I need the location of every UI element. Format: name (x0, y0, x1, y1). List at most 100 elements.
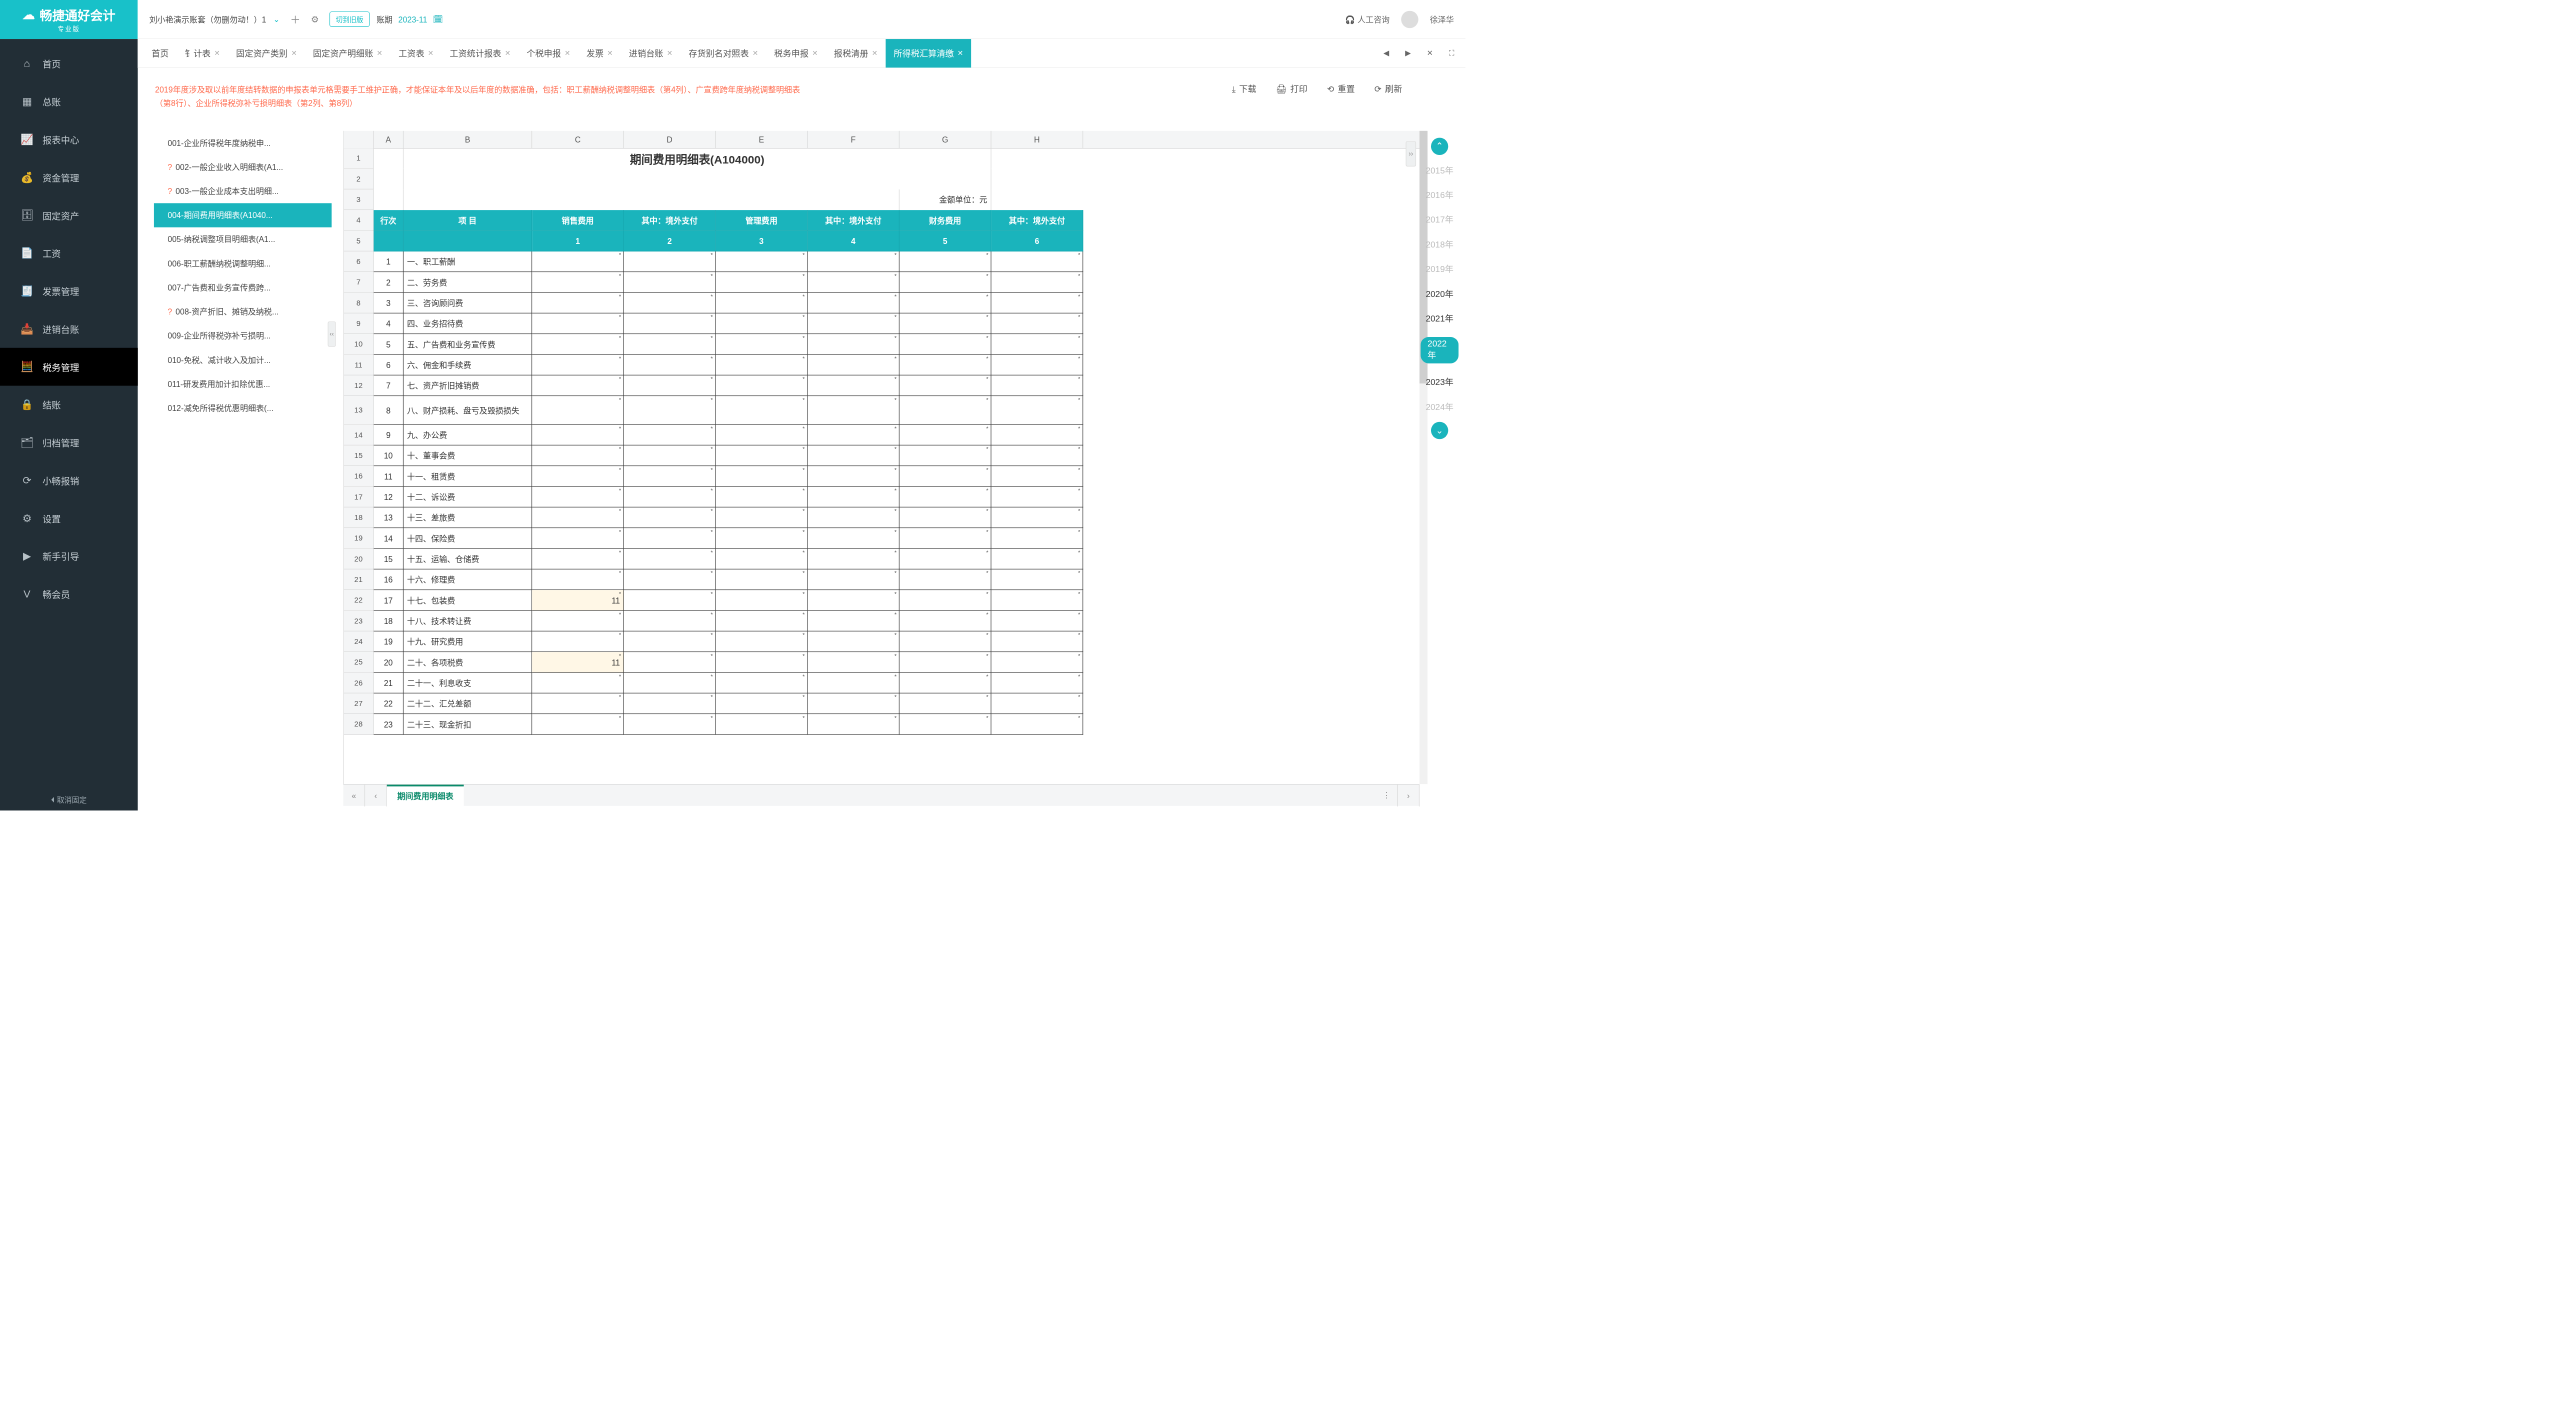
tab-7[interactable]: 发票✕ (578, 39, 621, 68)
nav-item-7[interactable]: 📥进销台账 (0, 310, 138, 348)
nav-item-14[interactable]: V畅会员 (0, 575, 138, 613)
value-cell[interactable]: * (716, 652, 808, 673)
value-cell[interactable]: * (808, 375, 900, 396)
row-num[interactable]: 22 (344, 590, 374, 611)
refresh-button[interactable]: ⟳刷新 (1374, 83, 1402, 95)
row-num[interactable]: 14 (344, 425, 374, 446)
value-cell[interactable]: * (991, 466, 1083, 487)
value-cell[interactable]: * (991, 549, 1083, 570)
value-cell[interactable]: * (716, 631, 808, 652)
avatar[interactable] (1401, 11, 1418, 28)
value-cell[interactable]: * (716, 313, 808, 334)
support-link[interactable]: 🎧 人工咨询 (1345, 13, 1389, 24)
nav-item-8[interactable]: 🧮税务管理 (0, 348, 138, 386)
nav-item-1[interactable]: ▦总账 (0, 83, 138, 121)
value-cell[interactable]: * (899, 569, 991, 590)
doc-item-7[interactable]: ?008-资产折旧、摊销及纳税... (154, 300, 332, 324)
sheet-expand-handle[interactable]: ›› (1406, 141, 1416, 166)
tab-expand-icon[interactable]: ⛶ (1444, 45, 1460, 61)
row-num[interactable]: 26 (344, 673, 374, 694)
tab-close-icon[interactable]: ✕ (564, 49, 570, 57)
tab-close-icon[interactable]: ✕ (667, 49, 673, 57)
gear-icon[interactable]: ⚙ (311, 13, 319, 24)
value-cell[interactable]: * (624, 425, 716, 446)
period-picker[interactable]: 账期 2023-11 🗓 (376, 13, 443, 24)
row-num[interactable]: 20 (344, 549, 374, 570)
print-button[interactable]: 🖨打印 (1276, 83, 1308, 95)
value-cell[interactable]: * (991, 487, 1083, 508)
cell[interactable] (374, 148, 404, 169)
value-cell[interactable]: * (532, 507, 624, 528)
value-cell[interactable]: * (808, 396, 900, 425)
value-cell[interactable]: * (899, 507, 991, 528)
value-cell[interactable]: * (808, 466, 900, 487)
tab-prev-icon[interactable]: ◀ (1378, 45, 1394, 61)
tab-6[interactable]: 个税申报✕ (519, 39, 579, 68)
row-num[interactable]: 4 (344, 210, 374, 231)
value-cell[interactable]: * (624, 313, 716, 334)
value-cell[interactable]: * (716, 693, 808, 714)
value-cell[interactable]: * (624, 631, 716, 652)
value-cell[interactable]: * (532, 251, 624, 272)
value-cell[interactable]: * (899, 293, 991, 314)
value-cell[interactable]: * (899, 272, 991, 293)
tab-close-icon[interactable]: ✕ (291, 49, 297, 57)
value-cell[interactable]: * (808, 293, 900, 314)
doc-item-1[interactable]: ?002-一般企业收入明细表(A1... (154, 155, 332, 179)
col-A[interactable]: A (374, 131, 404, 148)
value-cell[interactable]: * (991, 272, 1083, 293)
nav-item-13[interactable]: ▶新手引导 (0, 537, 138, 575)
value-cell[interactable]: * (624, 673, 716, 694)
value-cell[interactable]: * (716, 425, 808, 446)
value-cell[interactable]: * (808, 611, 900, 632)
switch-old-button[interactable]: 切到旧版 (329, 11, 369, 26)
row-num[interactable]: 15 (344, 445, 374, 466)
value-cell[interactable]: * (624, 714, 716, 735)
reset-button[interactable]: ⟲重置 (1327, 83, 1355, 95)
row-num[interactable]: 9 (344, 313, 374, 334)
value-cell[interactable]: * (532, 714, 624, 735)
year-2018年[interactable]: 2018年 (1426, 238, 1454, 250)
doc-item-4[interactable]: 005-纳税调整项目明细表(A1... (154, 227, 332, 251)
row-num[interactable]: 13 (344, 396, 374, 425)
value-cell[interactable]: * (899, 375, 991, 396)
value-cell[interactable]: * (899, 487, 991, 508)
sheet-tab-prev-icon[interactable]: ‹ (365, 784, 387, 806)
value-cell[interactable]: * (532, 528, 624, 549)
value-cell[interactable]: * (991, 375, 1083, 396)
cell[interactable] (374, 189, 404, 210)
value-cell[interactable]: * (716, 375, 808, 396)
value-cell[interactable]: * (532, 293, 624, 314)
value-cell[interactable]: * (716, 569, 808, 590)
row-num[interactable]: 1 (344, 148, 374, 169)
row-num[interactable]: 8 (344, 293, 374, 314)
nav-item-2[interactable]: 📈报表中心 (0, 121, 138, 159)
value-cell[interactable]: * (624, 507, 716, 528)
value-cell[interactable]: * (808, 569, 900, 590)
value-cell[interactable]: * (899, 466, 991, 487)
value-cell[interactable]: * (991, 569, 1083, 590)
value-cell[interactable]: * (716, 251, 808, 272)
value-cell[interactable]: * (716, 466, 808, 487)
value-cell[interactable]: * (808, 445, 900, 466)
col-D[interactable]: D (624, 131, 716, 148)
value-cell[interactable]: * (716, 507, 808, 528)
col-H[interactable]: H (991, 131, 1083, 148)
value-cell[interactable]: * (808, 673, 900, 694)
add-icon[interactable]: ＋ (290, 12, 300, 27)
value-cell[interactable]: * (624, 528, 716, 549)
nav-item-12[interactable]: ⚙设置 (0, 499, 138, 537)
value-cell[interactable]: * (624, 549, 716, 570)
tab-12[interactable]: 所得税汇算清缴✕ (886, 39, 972, 68)
value-cell[interactable]: * (624, 293, 716, 314)
doc-item-2[interactable]: ?003-一般企业成本支出明细... (154, 179, 332, 203)
value-cell[interactable]: * (899, 396, 991, 425)
value-cell[interactable]: * (899, 611, 991, 632)
doc-item-8[interactable]: 009-企业所得税弥补亏损明... (154, 324, 332, 348)
row-num[interactable]: 11 (344, 355, 374, 376)
value-cell[interactable]: * (899, 251, 991, 272)
value-cell[interactable]: * (808, 631, 900, 652)
value-cell[interactable]: * (991, 590, 1083, 611)
value-cell[interactable]: * (899, 445, 991, 466)
nav-item-4[interactable]: 🗄固定资产 (0, 196, 138, 234)
